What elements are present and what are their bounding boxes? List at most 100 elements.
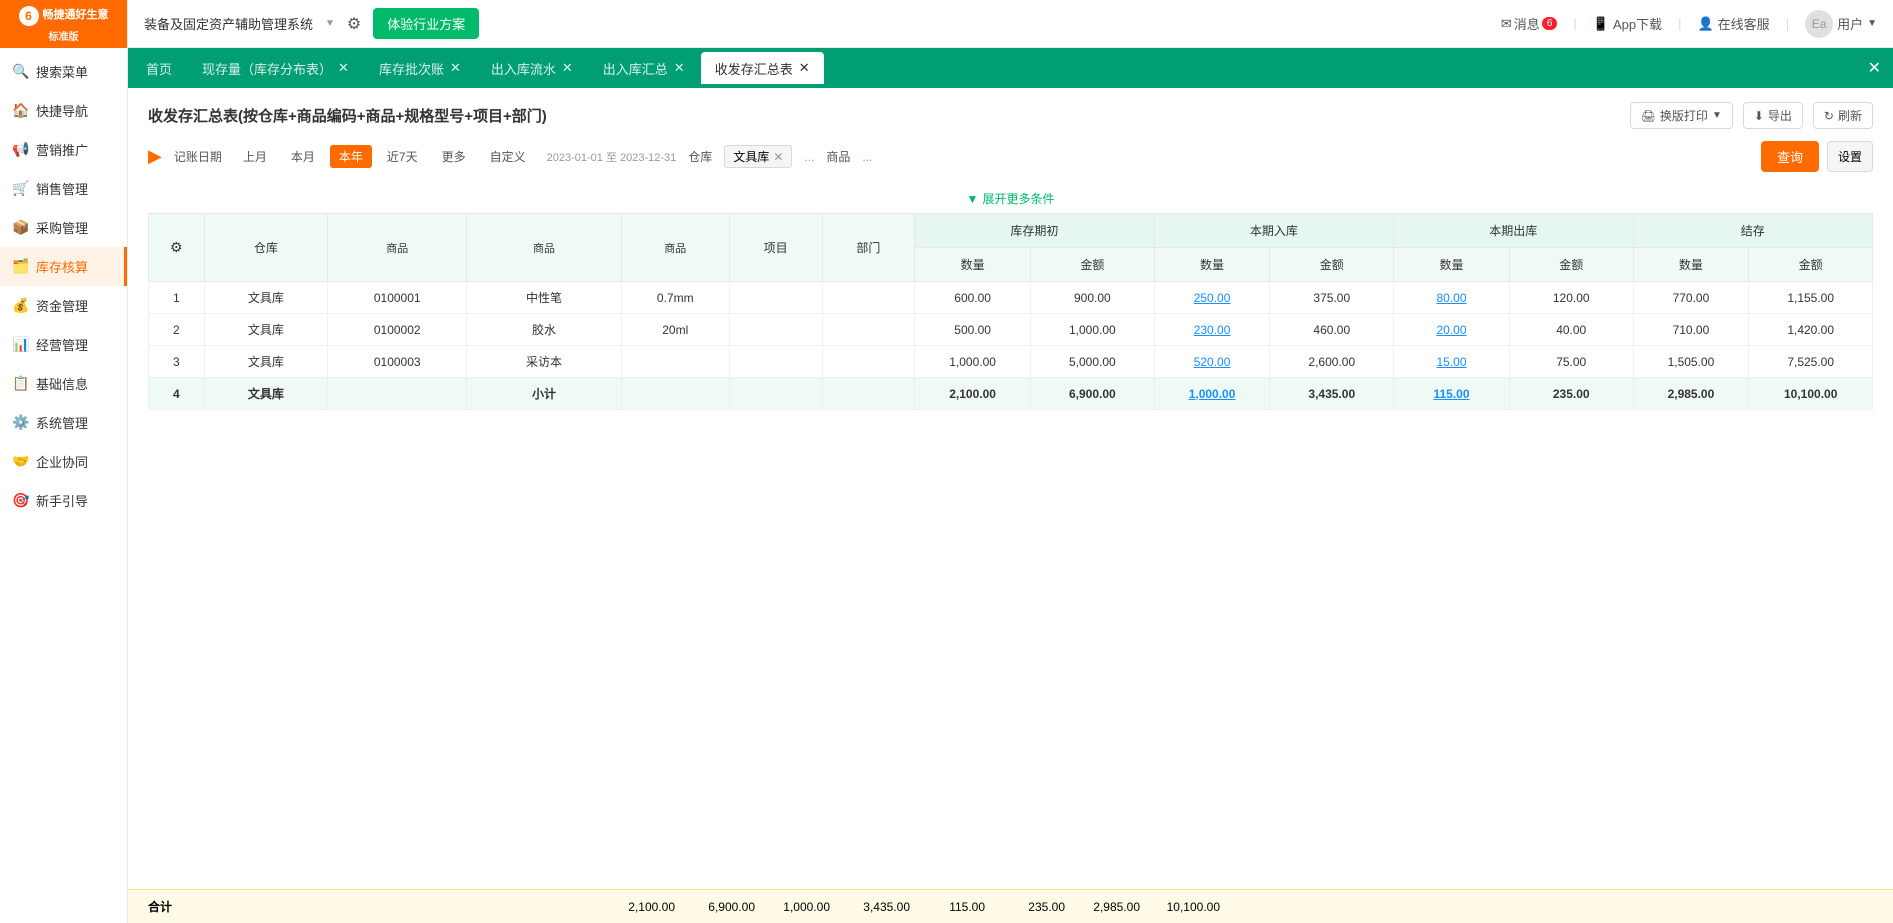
row-out-qty[interactable]: 15.00 — [1394, 346, 1510, 378]
row-out-qty-link[interactable]: 115.00 — [1433, 387, 1469, 401]
th-warehouse: 仓库 — [204, 214, 328, 282]
sidebar-item-basic-info[interactable]: 📋 基础信息 — [0, 364, 127, 403]
date-btn-this-year[interactable]: 本年 — [330, 145, 372, 168]
date-btn-7days[interactable]: 近7天 — [378, 145, 427, 168]
table-row: 4文具库小计2,100.006,900.001,000.003,435.0011… — [149, 378, 1873, 410]
row-index: 4 — [149, 378, 205, 410]
date-btn-custom[interactable]: 自定义 — [481, 145, 535, 168]
sidebar-item-finance[interactable]: 💰 资金管理 — [0, 286, 127, 325]
sidebar-item-label: 搜索菜单 — [36, 62, 88, 81]
tab-close-in-out-flow[interactable]: ✕ — [562, 60, 573, 76]
settings-icon[interactable]: ⚙ — [347, 14, 361, 34]
print-btn[interactable]: 🖨 换版打印 ▼ — [1630, 102, 1733, 129]
row-out-qty[interactable]: 80.00 — [1394, 282, 1510, 314]
th-in-qty: 数量 — [1154, 248, 1270, 282]
sidebar-item-search[interactable]: 🔍 搜索菜单 — [0, 52, 127, 91]
filter-area: ▶ 记账日期 上月 本月 本年 近7天 更多 自定义 2023-01-01 至 … — [128, 129, 1893, 184]
footer-end-qty: 2,985.00 — [1073, 900, 1148, 914]
table-container: ⚙ 仓库 商品 商品 商品 项目 部门 库存期初 本期入库 本期出库 结存 — [128, 213, 1893, 923]
warehouse-more-btn[interactable]: ... — [804, 150, 814, 164]
row-project — [729, 314, 822, 346]
tab-close-in-out-summary[interactable]: ✕ — [674, 60, 685, 76]
tab-batch-account[interactable]: 库存批次账 ✕ — [365, 52, 475, 84]
tab-receive-send-summary[interactable]: 收发存汇总表 ✕ — [701, 52, 824, 84]
row-out-qty-link[interactable]: 20.00 — [1436, 323, 1466, 337]
sidebar-item-purchase[interactable]: 📦 采购管理 — [0, 208, 127, 247]
date-btn-this-month[interactable]: 本月 — [282, 145, 324, 168]
tab-close-batch-account[interactable]: ✕ — [450, 60, 461, 76]
th-in-amt: 金额 — [1270, 248, 1394, 282]
expand-conditions-btn[interactable]: ▼ 展开更多条件 — [128, 184, 1893, 213]
filter-toggle-btn[interactable]: ▶ — [148, 146, 162, 167]
sidebar-item-inventory[interactable]: 🗂️ 库存核算 — [0, 247, 127, 286]
tab-home[interactable]: 首页 — [132, 52, 186, 84]
sidebar-item-label: 系统管理 — [36, 413, 88, 432]
th-period-in: 本期入库 — [1154, 214, 1393, 248]
row-in-qty-link[interactable]: 230.00 — [1194, 323, 1231, 337]
app-download-btn[interactable]: 📱 App下载 — [1593, 14, 1662, 33]
row-out-amt: 75.00 — [1509, 346, 1633, 378]
sidebar-item-operation[interactable]: 📊 经营管理 — [0, 325, 127, 364]
sidebar-item-guide[interactable]: 🎯 新手引导 — [0, 481, 127, 520]
column-settings-icon[interactable]: ⚙ — [170, 239, 183, 255]
app-name: 畅捷通好生意 — [43, 8, 109, 22]
message-btn[interactable]: ✉ 消息 6 — [1501, 14, 1557, 33]
user-menu[interactable]: Ea 用户 ▼ — [1805, 10, 1877, 38]
tab-close-receive-send-summary[interactable]: ✕ — [799, 60, 810, 76]
tab-in-out-flow[interactable]: 出入库流水 ✕ — [477, 52, 587, 84]
row-spec: 20ml — [621, 314, 729, 346]
row-name: 胶水 — [467, 314, 621, 346]
inventory-icon: 🗂️ — [12, 258, 30, 276]
tab-in-out-summary[interactable]: 出入库汇总 ✕ — [589, 52, 699, 84]
row-out-qty[interactable]: 20.00 — [1394, 314, 1510, 346]
row-in-qty[interactable]: 1,000.00 — [1154, 378, 1270, 410]
row-out-qty-link[interactable]: 15.00 — [1436, 355, 1466, 369]
row-in-qty-link[interactable]: 250.00 — [1194, 291, 1231, 305]
online-service-btn[interactable]: 👤 在线客服 — [1697, 14, 1769, 33]
th-out-amt: 金额 — [1509, 248, 1633, 282]
row-end-amt: 1,420.00 — [1749, 314, 1873, 346]
tab-inventory-dist[interactable]: 现存量（库存分布表） ✕ — [188, 52, 363, 84]
sidebar-item-system[interactable]: ⚙️ 系统管理 — [0, 403, 127, 442]
sidebar-nav: 🔍 搜索菜单 🏠 快捷导航 📢 营销推广 🛒 销售管理 📦 采购管理 🗂️ 库存… — [0, 48, 127, 923]
row-in-qty-link[interactable]: 520.00 — [1194, 355, 1231, 369]
tab-close-inventory-dist[interactable]: ✕ — [338, 60, 349, 76]
close-all-tabs-btn[interactable]: ✕ — [1860, 58, 1889, 78]
row-out-qty-link[interactable]: 80.00 — [1436, 291, 1466, 305]
th-out-qty: 数量 — [1394, 248, 1510, 282]
row-in-qty[interactable]: 230.00 — [1154, 314, 1270, 346]
row-out-amt: 120.00 — [1509, 282, 1633, 314]
row-out-qty[interactable]: 115.00 — [1394, 378, 1510, 410]
sidebar-item-enterprise[interactable]: 🤝 企业协同 — [0, 442, 127, 481]
refresh-btn[interactable]: ↻ 刷新 — [1813, 102, 1873, 129]
row-code: 0100002 — [328, 314, 467, 346]
row-in-qty[interactable]: 250.00 — [1154, 282, 1270, 314]
table-footer: 合计 2,100.00 6,900.00 1,000.00 3,435.00 1… — [128, 889, 1893, 923]
sidebar-item-quick-nav[interactable]: 🏠 快捷导航 — [0, 91, 127, 130]
row-name: 采访本 — [467, 346, 621, 378]
goods-more-btn[interactable]: ... — [862, 150, 872, 164]
row-code — [328, 378, 467, 410]
table-row: 2文具库0100002胶水20ml500.001,000.00230.00460… — [149, 314, 1873, 346]
th-name: 商品 — [467, 214, 621, 282]
row-spec — [621, 378, 729, 410]
row-in-amt: 460.00 — [1270, 314, 1394, 346]
basic-info-icon: 📋 — [12, 375, 30, 393]
date-btn-more[interactable]: 更多 — [433, 145, 475, 168]
date-btn-last-month[interactable]: 上月 — [234, 145, 276, 168]
app-version: 标准版 — [19, 28, 109, 43]
system-dropdown[interactable]: ▼ — [325, 18, 335, 29]
sidebar-item-sales[interactable]: 🛒 销售管理 — [0, 169, 127, 208]
row-end-qty: 2,985.00 — [1633, 378, 1749, 410]
export-btn[interactable]: ⬇ 导出 — [1743, 102, 1803, 129]
sales-icon: 🛒 — [12, 180, 30, 198]
goods-filter-label: 商品 — [826, 148, 850, 165]
query-btn[interactable]: 查询 — [1761, 141, 1819, 172]
filter-settings-btn[interactable]: 设置 — [1827, 141, 1873, 172]
sidebar-item-marketing[interactable]: 📢 营销推广 — [0, 130, 127, 169]
th-end-qty: 数量 — [1633, 248, 1749, 282]
warehouse-tag-close[interactable]: ✕ — [773, 150, 783, 164]
row-in-qty-link[interactable]: 1,000.00 — [1189, 387, 1236, 401]
row-in-qty[interactable]: 520.00 — [1154, 346, 1270, 378]
trial-btn[interactable]: 体验行业方案 — [373, 8, 479, 39]
